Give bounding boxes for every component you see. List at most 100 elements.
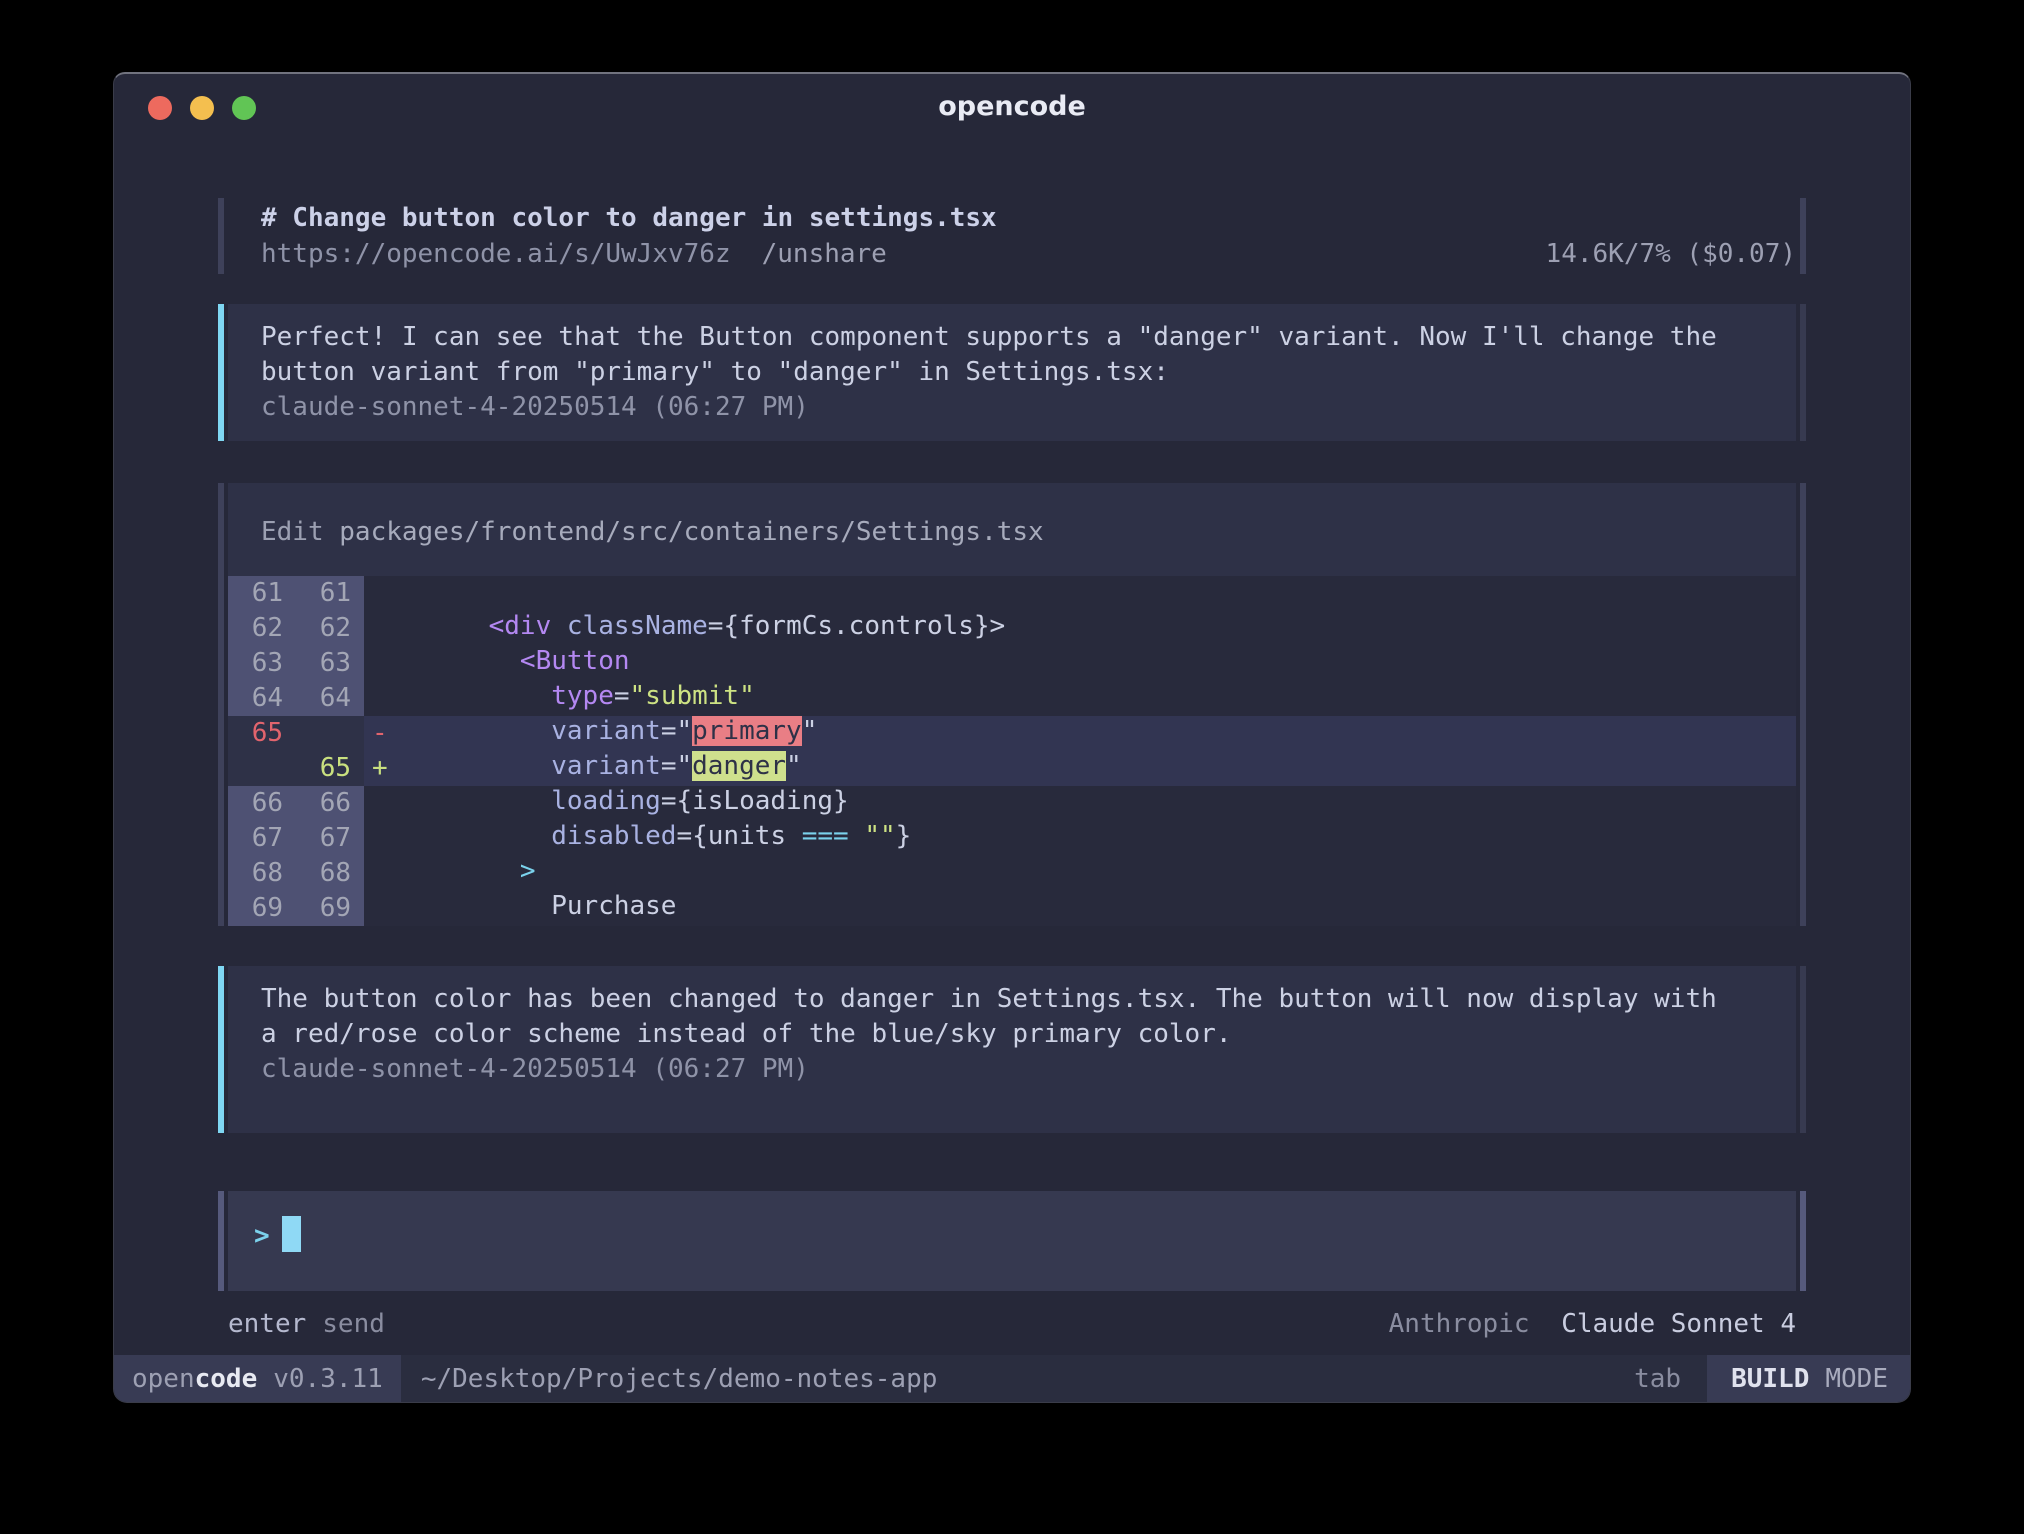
code-line: type="submit" <box>398 681 1796 716</box>
code-line: variant="danger" <box>398 751 1796 786</box>
prompt-symbol: > <box>254 1221 270 1251</box>
working-directory: ~/Desktop/Projects/demo-notes-app <box>421 1364 938 1394</box>
message-model-timestamp: claude-sonnet-4-20250514 (06:27 PM) <box>261 390 1772 425</box>
new-line-number: 62 <box>296 611 364 646</box>
minimize-button[interactable] <box>190 96 214 120</box>
old-line-number: 64 <box>228 681 296 716</box>
diff-marker <box>364 821 398 856</box>
window-title: opencode <box>938 91 1086 122</box>
message-line: Perfect! I can see that the Button compo… <box>261 320 1772 355</box>
header-right-rule <box>1800 198 1806 274</box>
app-name-light: open <box>132 1364 195 1394</box>
code-line: <Button <box>398 646 1796 681</box>
message-line: The button color has been changed to dan… <box>261 982 1772 1017</box>
edit-file-path: packages/frontend/src/containers/Setting… <box>339 517 1043 547</box>
diff-row: 65- variant="primary" <box>228 716 1796 751</box>
app-version: v0.3.11 <box>273 1364 383 1394</box>
edit-left-rule <box>218 483 224 926</box>
message-accent-bar <box>218 304 224 441</box>
share-url: https://opencode.ai/s/UwJxv76z <box>261 236 731 272</box>
old-line-number: 68 <box>228 856 296 891</box>
new-line-number: 67 <box>296 821 364 856</box>
model-label: Claude Sonnet 4 <box>1561 1309 1796 1339</box>
new-line-number: 64 <box>296 681 364 716</box>
mode-suffix: MODE <box>1825 1364 1888 1394</box>
new-line-number: 68 <box>296 856 364 891</box>
diff-row: 6666 loading={isLoading} <box>228 786 1796 821</box>
message-line: button variant from "primary" to "danger… <box>261 355 1772 390</box>
edit-tool-header: Edit packages/frontend/src/containers/Se… <box>228 483 1796 576</box>
session-header: # Change button color to danger in setti… <box>228 198 1796 274</box>
edit-tool-block: Edit packages/frontend/src/containers/Se… <box>228 483 1796 926</box>
old-line-number: 62 <box>228 611 296 646</box>
context-usage-stats: 14.6K/7% ($0.07) <box>1546 236 1796 272</box>
message-model-timestamp: claude-sonnet-4-20250514 (06:27 PM) <box>261 1052 1772 1087</box>
old-line-number: 63 <box>228 646 296 681</box>
code-line: > <box>398 856 1796 891</box>
old-line-number: 69 <box>228 891 296 926</box>
header-left-rule <box>218 198 224 274</box>
diff-row: 65+ variant="danger" <box>228 751 1796 786</box>
mode-name: BUILD <box>1731 1364 1809 1394</box>
enter-key-hint: enter <box>228 1307 306 1342</box>
old-line-number <box>228 751 296 786</box>
diff-marker: + <box>364 751 398 786</box>
app-version-chip: opencode v0.3.11 <box>114 1355 401 1402</box>
opencode-terminal-window: opencode # Change button color to danger… <box>113 72 1911 1403</box>
code-line: disabled={units === ""} <box>398 821 1796 856</box>
diff-row: 6767 disabled={units === ""} <box>228 821 1796 856</box>
window-titlebar: opencode <box>114 74 1910 138</box>
prompt-input[interactable]: > <box>228 1191 1796 1291</box>
diff-marker <box>364 856 398 891</box>
new-line-number: 61 <box>296 576 364 611</box>
message-right-rule <box>1800 304 1806 441</box>
send-action-label: send <box>322 1307 385 1342</box>
message-line: a red/rose color scheme instead of the b… <box>261 1017 1772 1052</box>
provider-label: Anthropic <box>1389 1309 1530 1339</box>
text-cursor <box>282 1216 301 1252</box>
new-line-number: 65 <box>296 751 364 786</box>
diff-row: 6464 type="submit" <box>228 681 1796 716</box>
new-line-number <box>296 716 364 751</box>
diff-marker: - <box>364 716 398 751</box>
message-right-rule <box>1800 966 1806 1133</box>
diff-marker <box>364 576 398 611</box>
app-name-bold: code <box>195 1364 258 1394</box>
mode-indicator-chip: BUILD MODE <box>1707 1355 1910 1402</box>
code-line: <div className={formCs.controls}> <box>398 611 1796 646</box>
edit-action-label: Edit <box>261 517 324 547</box>
diff-marker <box>364 786 398 821</box>
diff-marker <box>364 646 398 681</box>
zoom-button[interactable] <box>232 96 256 120</box>
input-right-rule <box>1800 1191 1806 1291</box>
unshare-command-hint: /unshare <box>762 236 887 272</box>
new-line-number: 66 <box>296 786 364 821</box>
code-line: Purchase <box>398 891 1796 926</box>
code-line: loading={isLoading} <box>398 786 1796 821</box>
old-line-number: 66 <box>228 786 296 821</box>
diff-row: 6363 <Button <box>228 646 1796 681</box>
new-line-number: 63 <box>296 646 364 681</box>
edit-right-rule <box>1800 483 1806 926</box>
close-button[interactable] <box>148 96 172 120</box>
old-line-number: 65 <box>228 716 296 751</box>
assistant-message: Perfect! I can see that the Button compo… <box>228 304 1796 441</box>
diff-row: 6161 <box>228 576 1796 611</box>
old-line-number: 67 <box>228 821 296 856</box>
tab-key-hint: tab <box>1634 1364 1681 1394</box>
traffic-lights <box>148 96 256 120</box>
diff-marker <box>364 891 398 926</box>
assistant-message: The button color has been changed to dan… <box>228 966 1796 1133</box>
status-bar: opencode v0.3.11 ~/Desktop/Projects/demo… <box>114 1355 1910 1402</box>
diff-row: 6969 Purchase <box>228 891 1796 926</box>
diff-marker <box>364 681 398 716</box>
old-line-number: 61 <box>228 576 296 611</box>
footer-hints: enter send Anthropic Claude Sonnet 4 <box>228 1307 1796 1342</box>
code-line <box>398 576 1796 611</box>
message-accent-bar <box>218 966 224 1133</box>
diff-table: 61616262 <div className={formCs.controls… <box>228 576 1796 926</box>
new-line-number: 69 <box>296 891 364 926</box>
diff-row: 6262 <div className={formCs.controls}> <box>228 611 1796 646</box>
input-left-rule <box>218 1191 224 1291</box>
diff-marker <box>364 611 398 646</box>
